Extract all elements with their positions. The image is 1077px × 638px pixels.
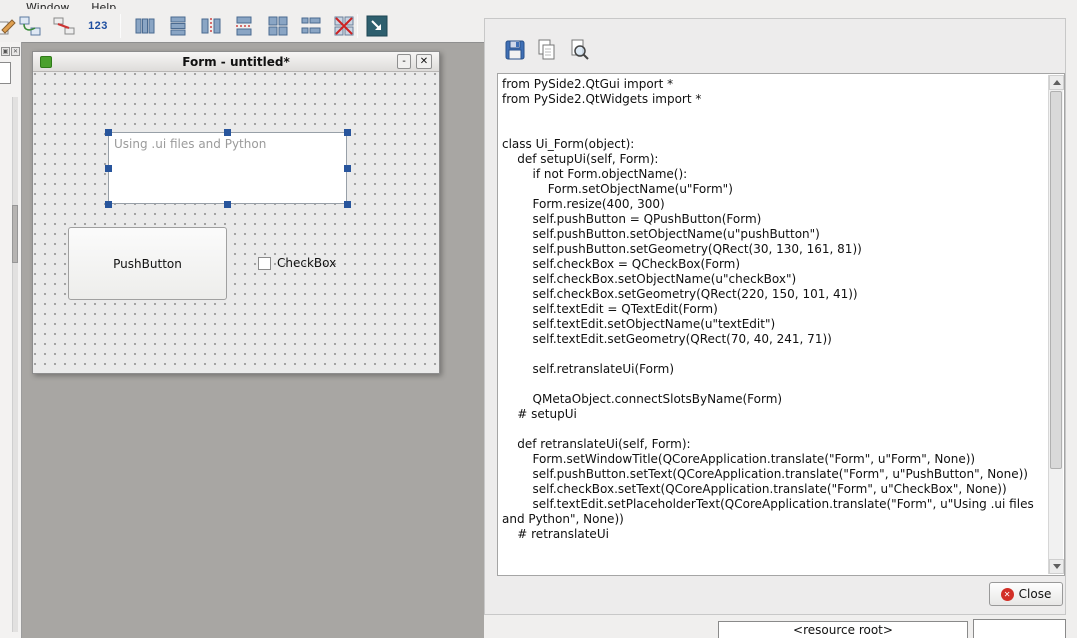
selection-handle[interactable]	[344, 129, 351, 136]
menu-window[interactable]: Window	[26, 1, 69, 9]
selection-handle[interactable]	[105, 201, 112, 208]
adjust-size-icon[interactable]	[363, 12, 391, 40]
scroll-up-icon[interactable]	[1049, 75, 1064, 90]
dock-close-icon[interactable]: ✕	[11, 47, 20, 56]
form-window[interactable]: Form - untitled* - ✕ Using .ui files and…	[32, 51, 440, 374]
widget-box-panel-edge: ▣ ✕	[0, 42, 22, 638]
widget-filter-input[interactable]	[0, 62, 11, 84]
edit-buddies-icon[interactable]	[50, 12, 78, 40]
qt-designer-screen: Window Help 123	[0, 0, 1077, 638]
break-layout-icon[interactable]	[330, 12, 358, 40]
layout-vertical-splitter-icon[interactable]	[230, 12, 258, 40]
layout-form-icon[interactable]	[297, 12, 325, 40]
layout-grid-icon[interactable]	[264, 12, 292, 40]
toolbar-separator	[357, 14, 358, 38]
code-vertical-scrollbar[interactable]	[1048, 75, 1063, 574]
close-button-label: Close	[1019, 587, 1052, 601]
resource-side-panel	[973, 619, 1066, 638]
code-view[interactable]: from PySide2.QtGui import * from PySide2…	[497, 73, 1065, 576]
selection-handle[interactable]	[344, 201, 351, 208]
left-scrollbar-thumb[interactable]	[12, 205, 18, 263]
textedit-placeholder: Using .ui files and Python	[114, 137, 266, 151]
edit-signals-slots-icon[interactable]	[16, 12, 44, 40]
selection-handle[interactable]	[224, 129, 231, 136]
scroll-down-icon[interactable]	[1049, 559, 1064, 574]
main-toolbar: 123	[0, 10, 480, 42]
minimize-button[interactable]: -	[397, 54, 411, 69]
code-preview-dialog: from PySide2.QtGui import * from PySide2…	[484, 18, 1066, 615]
selection-handle[interactable]	[344, 165, 351, 172]
checkbox-widget[interactable]: CheckBox	[258, 256, 336, 270]
save-icon[interactable]	[502, 37, 528, 63]
menubar: Window Help	[0, 0, 1077, 9]
mdi-workspace: Form - untitled* - ✕ Using .ui files and…	[22, 42, 484, 638]
left-scrollbar-track[interactable]	[12, 97, 18, 632]
scrollbar-thumb[interactable]	[1050, 91, 1062, 469]
resource-browser-panel: <resource root>	[484, 615, 1066, 638]
checkbox-indicator[interactable]	[258, 257, 271, 270]
form-canvas[interactable]: Using .ui files and Python PushButton Ch…	[33, 72, 439, 373]
close-dialog-button[interactable]: ✕ Close	[989, 582, 1063, 606]
selection-handle[interactable]	[105, 165, 112, 172]
close-x-icon: ✕	[1001, 588, 1014, 601]
form-window-title: Form - untitled*	[33, 55, 439, 69]
edit-tab-order-icon[interactable]: 123	[84, 12, 112, 40]
menu-help[interactable]: Help	[91, 1, 116, 9]
textedit-widget[interactable]: Using .ui files and Python	[108, 132, 347, 204]
form-window-titlebar[interactable]: Form - untitled* - ✕	[33, 52, 439, 72]
resource-root-label: <resource root>	[793, 623, 893, 638]
layout-horizontal-splitter-icon[interactable]	[197, 12, 225, 40]
selection-handle[interactable]	[224, 201, 231, 208]
resource-root-item[interactable]: <resource root>	[718, 621, 968, 638]
layout-horizontally-icon[interactable]	[131, 12, 159, 40]
layout-vertically-icon[interactable]	[164, 12, 192, 40]
dock-float-icon[interactable]: ▣	[1, 47, 10, 56]
code-text: from PySide2.QtGui import * from PySide2…	[502, 77, 1046, 573]
toolbar-separator	[120, 14, 121, 38]
checkbox-label: CheckBox	[277, 256, 336, 270]
right-margin	[1066, 0, 1077, 638]
copy-icon[interactable]	[534, 37, 560, 63]
close-button[interactable]: ✕	[416, 54, 432, 69]
pushbutton-widget[interactable]: PushButton	[68, 227, 227, 300]
find-icon[interactable]	[566, 37, 592, 63]
selection-handle[interactable]	[105, 129, 112, 136]
